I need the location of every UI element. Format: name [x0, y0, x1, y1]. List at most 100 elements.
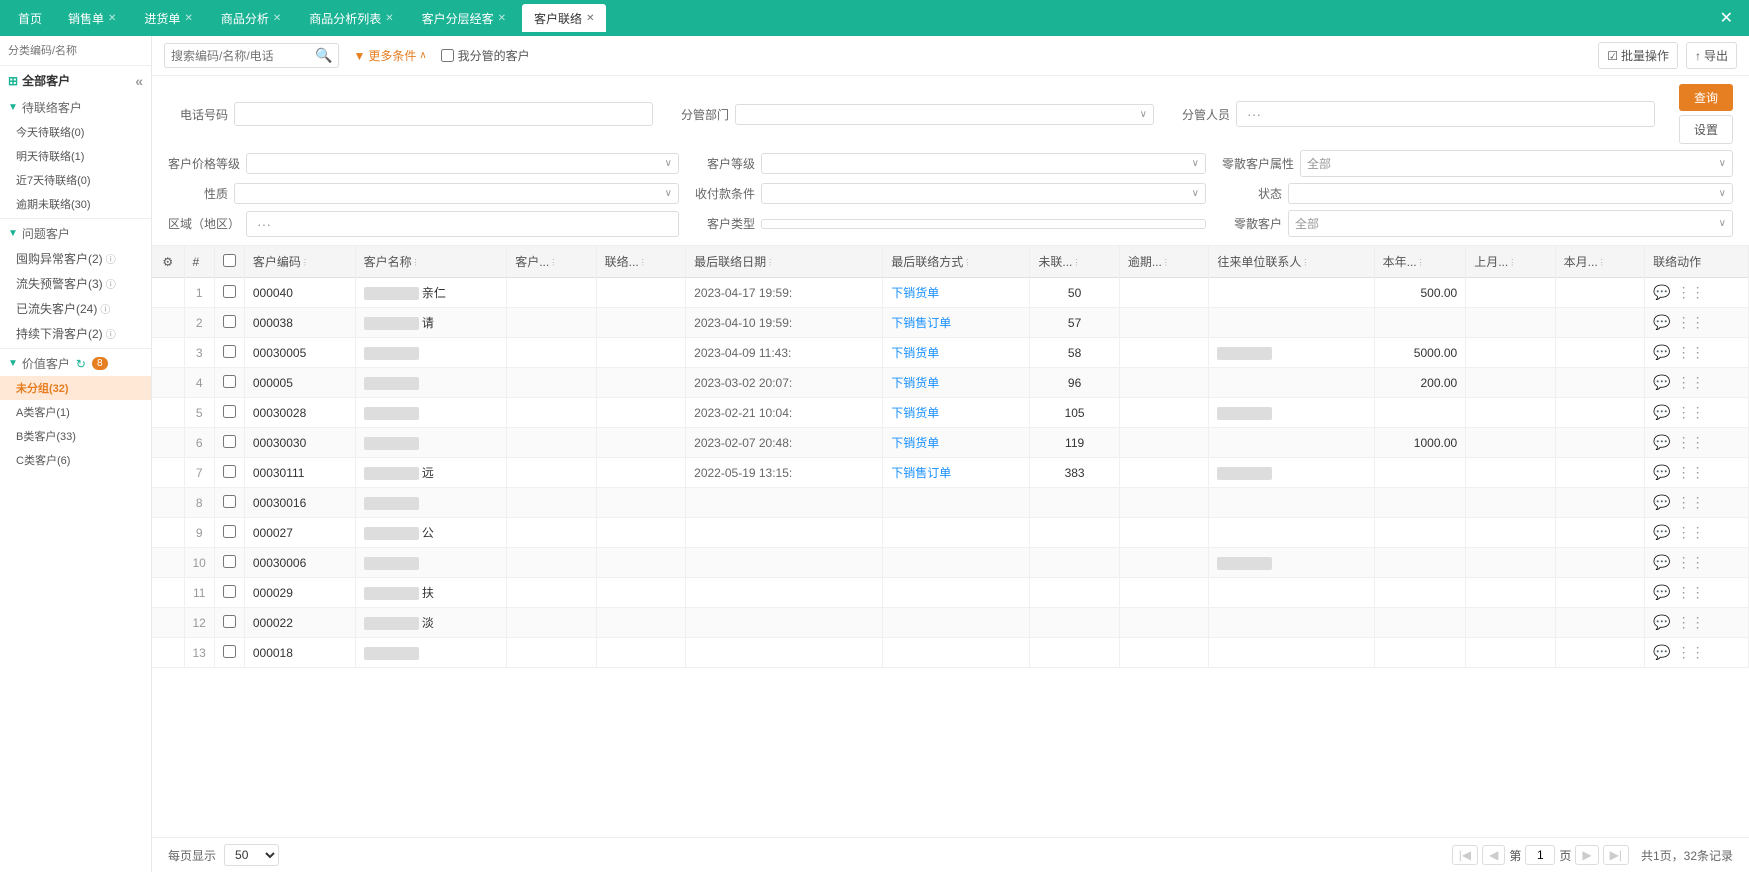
- per-page-select[interactable]: 50 20 100: [224, 844, 279, 866]
- customer-level-select[interactable]: ∨: [761, 153, 1206, 174]
- more-icon[interactable]: ⋮⋮: [1677, 284, 1705, 301]
- last-way-link[interactable]: 下销货单: [891, 406, 939, 420]
- search-box[interactable]: 🔍: [164, 43, 339, 68]
- row-checkbox[interactable]: [214, 548, 244, 578]
- chat-icon[interactable]: 💬: [1653, 314, 1670, 331]
- row-checkbox[interactable]: [214, 638, 244, 668]
- sidebar-item-unassigned[interactable]: 未分组(32): [0, 376, 151, 400]
- close-product-analysis-tab-icon[interactable]: ✕: [273, 13, 281, 24]
- more-icon[interactable]: ⋮⋮: [1677, 434, 1705, 451]
- row-checkbox[interactable]: [214, 488, 244, 518]
- nav-tab-customer-segment[interactable]: 客户分层经客 ✕: [410, 4, 518, 32]
- problem-group-header[interactable]: ▼ 问题客户: [0, 221, 151, 246]
- value-refresh-icon[interactable]: ↻: [76, 357, 86, 371]
- last-way-link[interactable]: 下销售订单: [891, 466, 951, 480]
- sidebar-item-class-c[interactable]: C类客户(6): [0, 448, 151, 472]
- status-select[interactable]: ∨: [1288, 183, 1733, 204]
- more-icon[interactable]: ⋮⋮: [1677, 554, 1705, 571]
- last-way-link[interactable]: 下销货单: [891, 286, 939, 300]
- value-group-header[interactable]: ▼ 价值客户 ↻ 8: [0, 351, 151, 376]
- chat-icon[interactable]: 💬: [1653, 344, 1670, 361]
- payment-select[interactable]: ∨: [761, 183, 1206, 204]
- row-checkbox[interactable]: [214, 278, 244, 308]
- close-product-list-tab-icon[interactable]: ✕: [385, 13, 393, 24]
- person-dots-icon[interactable]: ···: [1243, 106, 1265, 122]
- first-page-btn[interactable]: |◀: [1452, 845, 1478, 865]
- retail-customer-select[interactable]: 全部 ∨: [1288, 210, 1733, 237]
- sidebar-item-overdue-waiting[interactable]: 逾期未联络(30): [0, 192, 151, 216]
- price-level-select[interactable]: ∨: [246, 153, 679, 174]
- row-checkbox[interactable]: [214, 338, 244, 368]
- row-checkbox[interactable]: [214, 458, 244, 488]
- more-icon[interactable]: ⋮⋮: [1677, 494, 1705, 511]
- my-customers-checkbox-area[interactable]: 我分管的客户: [441, 47, 530, 64]
- chat-icon[interactable]: 💬: [1653, 644, 1670, 661]
- last-way-link[interactable]: 下销货单: [891, 346, 939, 360]
- settings-col-header[interactable]: ⚙: [152, 246, 184, 278]
- person-select[interactable]: ···: [1236, 101, 1655, 127]
- row-checkbox[interactable]: [214, 518, 244, 548]
- dept-select[interactable]: ∨: [735, 104, 1154, 125]
- all-customers-header[interactable]: ⊞ 全部客户 «: [0, 66, 151, 95]
- row-checkbox[interactable]: [214, 398, 244, 428]
- chat-icon[interactable]: 💬: [1653, 404, 1670, 421]
- sidebar-item-declining[interactable]: 持续下滑客户(2) ⓘ: [0, 321, 151, 346]
- chat-icon[interactable]: 💬: [1653, 614, 1670, 631]
- nav-tab-product-list[interactable]: 商品分析列表 ✕: [297, 4, 405, 32]
- prev-page-btn[interactable]: ◀: [1482, 845, 1505, 865]
- home-tab[interactable]: 首页: [8, 10, 52, 27]
- my-customers-checkbox[interactable]: [441, 49, 454, 62]
- row-checkbox[interactable]: [214, 368, 244, 398]
- close-sales-tab-icon[interactable]: ✕: [108, 13, 116, 24]
- chat-icon[interactable]: 💬: [1653, 494, 1670, 511]
- sidebar-item-abnormal[interactable]: 囤购异常客户(2) ⓘ: [0, 246, 151, 271]
- sidebar-item-today-waiting[interactable]: 今天待联络(0): [0, 120, 151, 144]
- chat-icon[interactable]: 💬: [1653, 584, 1670, 601]
- reset-button[interactable]: 设置: [1679, 115, 1733, 144]
- more-icon[interactable]: ⋮⋮: [1677, 584, 1705, 601]
- close-purchase-tab-icon[interactable]: ✕: [184, 13, 192, 24]
- row-checkbox[interactable]: [214, 608, 244, 638]
- phone-input[interactable]: [234, 102, 653, 126]
- sidebar-item-7days-waiting[interactable]: 近7天待联络(0): [0, 168, 151, 192]
- more-icon[interactable]: ⋮⋮: [1677, 374, 1705, 391]
- waiting-group-header[interactable]: ▼ 待联络客户: [0, 95, 151, 120]
- filter-more-btn[interactable]: ▼ 更多条件 ∧: [347, 44, 432, 67]
- customer-type-select[interactable]: [761, 219, 1206, 229]
- more-icon[interactable]: ⋮⋮: [1677, 314, 1705, 331]
- region-select[interactable]: ···: [246, 211, 679, 237]
- chat-icon[interactable]: 💬: [1653, 434, 1670, 451]
- more-icon[interactable]: ⋮⋮: [1677, 464, 1705, 481]
- nav-tab-sales[interactable]: 销售单 ✕: [56, 4, 128, 32]
- sidebar-item-class-a[interactable]: A类客户(1): [0, 400, 151, 424]
- chat-icon[interactable]: 💬: [1653, 524, 1670, 541]
- region-dots-icon[interactable]: ···: [253, 216, 275, 232]
- nav-tab-customer-contact[interactable]: 客户联络 ✕: [522, 4, 606, 32]
- collapse-sidebar-icon[interactable]: «: [135, 73, 143, 89]
- chat-icon[interactable]: 💬: [1653, 554, 1670, 571]
- search-icon[interactable]: 🔍: [315, 47, 332, 64]
- sidebar-item-tomorrow-waiting[interactable]: 明天待联络(1): [0, 144, 151, 168]
- close-customer-contact-tab-icon[interactable]: ✕: [586, 13, 594, 24]
- select-all-checkbox[interactable]: [223, 254, 236, 267]
- batch-ops-btn[interactable]: ☑ 批量操作: [1598, 42, 1678, 69]
- search-input[interactable]: [171, 49, 311, 63]
- window-close-button[interactable]: ✕: [1712, 8, 1741, 28]
- sidebar-search-box[interactable]: 🔍: [0, 36, 151, 66]
- last-way-link[interactable]: 下销货单: [891, 376, 939, 390]
- nav-tab-product-analysis[interactable]: 商品分析 ✕: [209, 4, 293, 32]
- sidebar-item-churn-warning[interactable]: 流失预警客户(3) ⓘ: [0, 271, 151, 296]
- row-checkbox[interactable]: [214, 578, 244, 608]
- row-checkbox[interactable]: [214, 308, 244, 338]
- last-page-btn[interactable]: ▶|: [1603, 845, 1629, 865]
- retail-attr-select[interactable]: 全部 ∨: [1300, 150, 1733, 177]
- chat-icon[interactable]: 💬: [1653, 284, 1670, 301]
- more-icon[interactable]: ⋮⋮: [1677, 524, 1705, 541]
- more-icon[interactable]: ⋮⋮: [1677, 404, 1705, 421]
- page-number-input[interactable]: [1525, 845, 1555, 865]
- gender-select[interactable]: ∨: [234, 183, 679, 204]
- more-icon[interactable]: ⋮⋮: [1677, 644, 1705, 661]
- query-button[interactable]: 查询: [1679, 84, 1733, 111]
- nav-tab-purchase[interactable]: 进货单 ✕: [132, 4, 204, 32]
- more-icon[interactable]: ⋮⋮: [1677, 344, 1705, 361]
